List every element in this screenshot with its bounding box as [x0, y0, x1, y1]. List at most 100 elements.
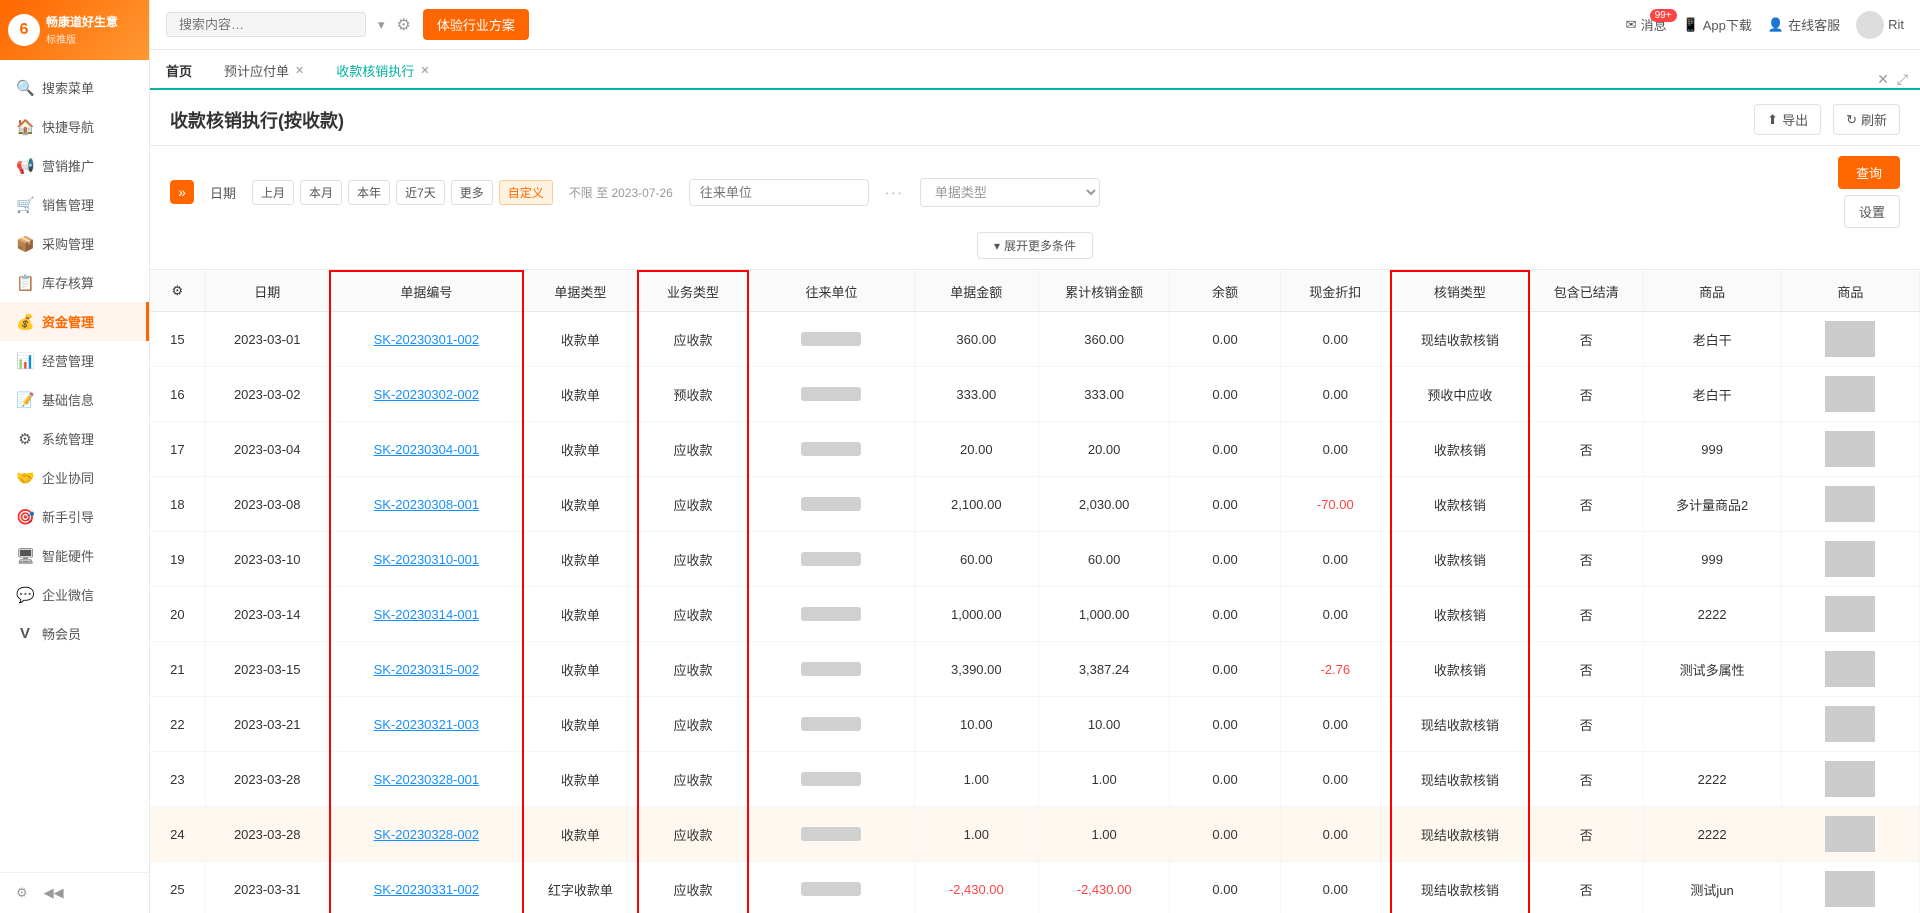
sidebar-item-guide[interactable]: 🎯 新手引导 [0, 497, 149, 536]
tab-home-label: 首页 [166, 61, 192, 80]
phone-icon: 📱 [1683, 17, 1699, 33]
cell-partner [748, 587, 914, 642]
sidebar-item-quick-nav[interactable]: 🏠 快捷导航 [0, 107, 149, 146]
cell-doc-amount: 360.00 [914, 312, 1038, 367]
tab-expand-icon[interactable]: ⤢ [1897, 71, 1908, 88]
tab-prepay[interactable]: 预计应付单 ✕ [208, 53, 320, 90]
sidebar-item-operation[interactable]: 📊 经营管理 [0, 341, 149, 380]
sidebar-item-purchase[interactable]: 📦 采购管理 [0, 224, 149, 263]
cell-doc-code: SK-20230321-003 [330, 697, 523, 752]
cell-biz-type: 预收款 [638, 367, 749, 422]
topbar-search-input[interactable] [166, 12, 366, 37]
tab-verify-close-icon[interactable]: ✕ [420, 64, 429, 77]
cell-date: 2023-03-02 [205, 367, 329, 422]
tab-home[interactable]: 首页 [150, 53, 208, 90]
sidebar-item-label: 新手引导 [42, 507, 94, 526]
sidebar-item-hardware[interactable]: 🖥 智能硬件 [0, 536, 149, 575]
cell-goods2 [1781, 642, 1919, 697]
doc-code-link[interactable]: SK-20230304-001 [374, 442, 480, 457]
cell-doc-type: 收款单 [523, 477, 638, 532]
sidebar-item-search-menu[interactable]: 🔍 搜索菜单 [0, 68, 149, 107]
filter-partner-input[interactable] [689, 179, 869, 206]
sidebar-item-sales[interactable]: 🛒 销售管理 [0, 185, 149, 224]
cell-doc-code: SK-20230331-002 [330, 862, 523, 913]
doc-code-link[interactable]: SK-20230302-002 [374, 387, 480, 402]
query-button[interactable]: 查询 [1838, 156, 1900, 189]
cell-doc-type: 收款单 [523, 642, 638, 697]
export-button[interactable]: ⬆ 导出 [1754, 104, 1821, 135]
sidebar-item-member[interactable]: V 畅会员 [0, 614, 149, 653]
doc-code-link[interactable]: SK-20230310-001 [374, 552, 480, 567]
cell-no: 18 [150, 477, 205, 532]
operation-icon: 📊 [16, 352, 34, 370]
sidebar-item-inventory[interactable]: 📋 库存核算 [0, 263, 149, 302]
online-service-button[interactable]: 👤 在线客服 [1768, 15, 1840, 34]
user-avatar[interactable]: Rit [1856, 11, 1904, 39]
doc-code-link[interactable]: SK-20230314-001 [374, 607, 480, 622]
cell-settled: 否 [1529, 752, 1643, 807]
topbar-chevron-icon[interactable]: ▾ [378, 17, 385, 33]
filter-date-this-year[interactable]: 本年 [348, 180, 390, 205]
cell-doc-type: 红字收款单 [523, 862, 638, 913]
cell-settled: 否 [1529, 422, 1643, 477]
filter-more-dots[interactable]: ··· [885, 185, 904, 200]
sidebar-item-marketing[interactable]: 📢 营销推广 [0, 146, 149, 185]
sidebar-item-wechat[interactable]: 💬 企业微信 [0, 575, 149, 614]
collapse-icon[interactable]: ◀◀ [44, 885, 64, 901]
filter-doc-type-select[interactable]: 单据类型 [920, 178, 1100, 207]
tab-prepay-close-icon[interactable]: ✕ [295, 64, 304, 77]
settings-bottom-icon[interactable]: ⚙ [16, 885, 28, 901]
cell-goods: 老白干 [1643, 367, 1781, 422]
cell-biz-type: 应收款 [638, 422, 749, 477]
cell-balance: 0.00 [1170, 532, 1281, 587]
topbar-gear-icon[interactable]: ⚙ [397, 15, 411, 35]
filter-date-last-month[interactable]: 上月 [252, 180, 294, 205]
col-header-cancel-type: 核销类型 [1391, 271, 1529, 312]
filter-date-7days[interactable]: 近7天 [396, 180, 445, 205]
sidebar-item-enterprise[interactable]: 🤝 企业协同 [0, 458, 149, 497]
tab-verify-label: 收款核销执行 [336, 61, 414, 80]
topbar-solution-button[interactable]: 体验行业方案 [423, 9, 529, 40]
doc-code-link[interactable]: SK-20230331-002 [374, 882, 480, 897]
filter-date-this-month[interactable]: 本月 [300, 180, 342, 205]
tab-close-all-icon[interactable]: ✕ [1877, 71, 1889, 88]
doc-code-link[interactable]: SK-20230315-002 [374, 662, 480, 677]
cell-accum-verify: -2,430.00 [1038, 862, 1169, 913]
filter-date-more[interactable]: 更多 [451, 180, 493, 205]
col-header-goods2: 商品 [1781, 271, 1919, 312]
main-area: ▾ ⚙ 体验行业方案 ✉ 消息 99+ 📱 App下载 👤 在线客服 Rit [150, 0, 1920, 913]
cell-doc-amount: 10.00 [914, 697, 1038, 752]
doc-code-link[interactable]: SK-20230328-002 [374, 827, 480, 842]
cell-date: 2023-03-21 [205, 697, 329, 752]
doc-code-link[interactable]: SK-20230301-002 [374, 332, 480, 347]
cell-biz-type: 应收款 [638, 697, 749, 752]
settings-col-icon[interactable]: ⚙ [172, 283, 184, 298]
refresh-label: 刷新 [1861, 110, 1887, 129]
cell-balance: 0.00 [1170, 862, 1281, 913]
table-container: ⚙ 日期 单据编号 单据类型 业务类型 往来单位 单据金额 累计核销金额 余额 … [150, 270, 1920, 913]
filter-bar: » 日期 上月 本月 本年 近7天 更多 自定义 不限 至 2023-07-26… [150, 146, 1920, 270]
sidebar-item-system[interactable]: ⚙ 系统管理 [0, 419, 149, 458]
refresh-button[interactable]: ↻ 刷新 [1833, 104, 1900, 135]
cell-partner [748, 807, 914, 862]
cell-goods2 [1781, 367, 1919, 422]
doc-code-link[interactable]: SK-20230328-001 [374, 772, 480, 787]
cell-accum-verify: 360.00 [1038, 312, 1169, 367]
filter-toggle-button[interactable]: » [170, 180, 194, 204]
blurred-partner [801, 497, 861, 511]
filter-date-range: 不限 至 2023-07-26 [569, 184, 673, 201]
tab-verify[interactable]: 收款核销执行 ✕ [320, 53, 445, 90]
expand-more-button[interactable]: ▾ 展开更多条件 [977, 232, 1093, 259]
sidebar-item-finance[interactable]: 💰 资金管理 [0, 302, 149, 341]
cell-doc-type: 收款单 [523, 697, 638, 752]
notification-button[interactable]: ✉ 消息 99+ [1626, 15, 1667, 34]
filter-date-custom[interactable]: 自定义 [499, 180, 553, 205]
app-download-button[interactable]: 📱 App下载 [1683, 15, 1752, 34]
blurred-partner [801, 827, 861, 841]
doc-code-link[interactable]: SK-20230308-001 [374, 497, 480, 512]
col-header-goods: 商品 [1643, 271, 1781, 312]
doc-code-link[interactable]: SK-20230321-003 [374, 717, 480, 732]
filter-setting-button[interactable]: 设置 [1844, 195, 1900, 228]
cell-goods: 多计量商品2 [1643, 477, 1781, 532]
sidebar-item-basic[interactable]: 📝 基础信息 [0, 380, 149, 419]
